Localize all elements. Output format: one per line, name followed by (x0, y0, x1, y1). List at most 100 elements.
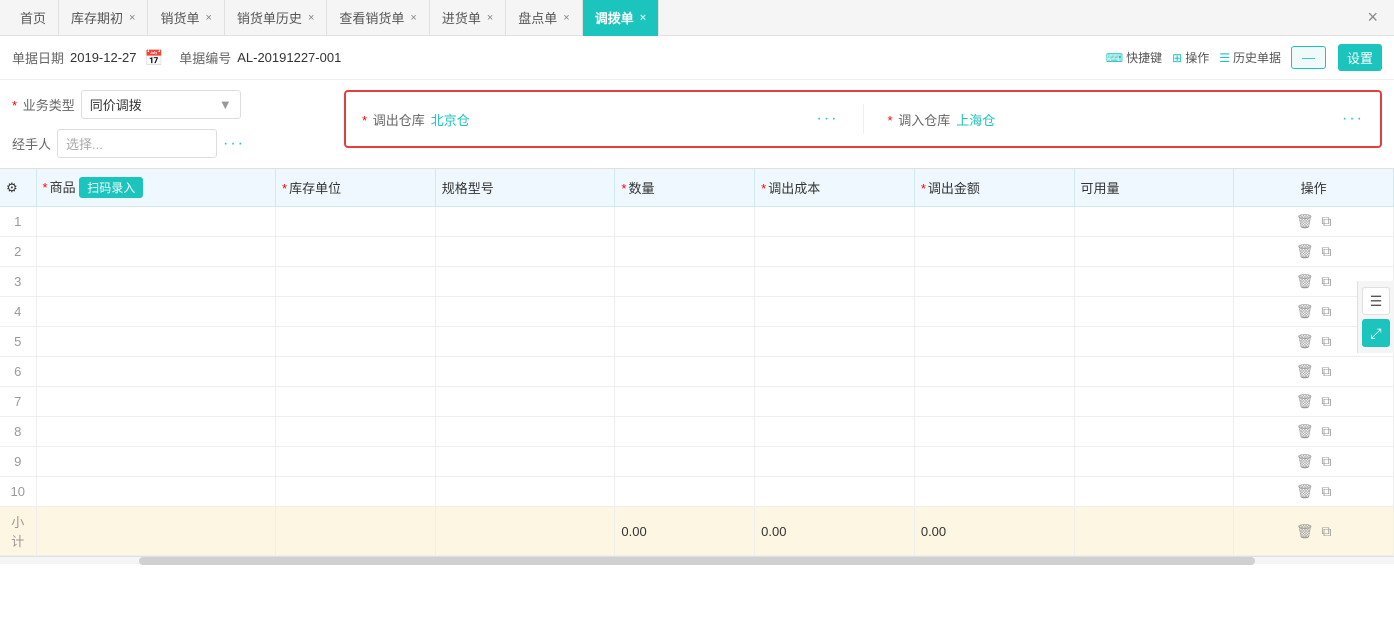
row-cost-10[interactable] (755, 477, 915, 507)
row-cost-8[interactable] (755, 417, 915, 447)
row-quantity-10[interactable] (615, 477, 755, 507)
row-delete-icon-5[interactable]: 🗑 (1296, 333, 1314, 349)
row-available-1[interactable] (1074, 207, 1234, 237)
row-amount-1[interactable] (914, 207, 1074, 237)
biz-type-select[interactable]: 同价调拨 ▼ (81, 90, 241, 119)
row-quantity-5[interactable] (615, 327, 755, 357)
tab-inventory-init-close[interactable]: × (129, 12, 135, 24)
tab-transfer-order-close[interactable]: × (640, 12, 646, 24)
tab-sales-order[interactable]: 销货单 × (148, 0, 224, 36)
row-amount-3[interactable] (914, 267, 1074, 297)
tab-view-sales-close[interactable]: × (410, 12, 416, 24)
row-available-9[interactable] (1074, 447, 1234, 477)
row-available-5[interactable] (1074, 327, 1234, 357)
in-warehouse-more-button[interactable]: ··· (1342, 110, 1364, 128)
row-copy-icon-10[interactable]: ⧉ (1321, 483, 1331, 499)
row-copy-icon-3[interactable]: ⧉ (1321, 273, 1331, 289)
row-amount-2[interactable] (914, 237, 1074, 267)
shortcut-button[interactable]: ⌨ 快捷键 (1106, 49, 1162, 66)
tab-inventory-check-close[interactable]: × (563, 12, 569, 24)
row-product-4[interactable] (36, 297, 276, 327)
row-delete-icon-8[interactable]: 🗑 (1296, 423, 1314, 439)
tab-inventory-init[interactable]: 库存期初 × (59, 0, 148, 36)
row-amount-7[interactable] (914, 387, 1074, 417)
row-copy-icon-1[interactable]: ⧉ (1321, 213, 1331, 229)
sidebar-expand-icon[interactable]: ⤢ (1362, 319, 1390, 347)
row-spec-1[interactable] (435, 207, 615, 237)
row-product-10[interactable] (36, 477, 276, 507)
row-delete-icon-2[interactable]: 🗑 (1296, 243, 1314, 259)
row-spec-7[interactable] (435, 387, 615, 417)
row-copy-icon-6[interactable]: ⧉ (1321, 363, 1331, 379)
row-product-2[interactable] (36, 237, 276, 267)
row-quantity-6[interactable] (615, 357, 755, 387)
row-amount-6[interactable] (914, 357, 1074, 387)
row-cost-9[interactable] (755, 447, 915, 477)
row-spec-10[interactable] (435, 477, 615, 507)
row-delete-icon-6[interactable]: 🗑 (1296, 363, 1314, 379)
row-cost-3[interactable] (755, 267, 915, 297)
row-product-9[interactable] (36, 447, 276, 477)
row-available-6[interactable] (1074, 357, 1234, 387)
row-delete-icon-4[interactable]: 🗑 (1296, 303, 1314, 319)
row-unit-8[interactable] (276, 417, 436, 447)
operation-button[interactable]: ⊞ 操作 (1172, 49, 1209, 66)
row-cost-4[interactable] (755, 297, 915, 327)
row-spec-2[interactable] (435, 237, 615, 267)
row-available-2[interactable] (1074, 237, 1234, 267)
row-cost-6[interactable] (755, 357, 915, 387)
out-warehouse-more-button[interactable]: ··· (817, 110, 839, 128)
row-available-10[interactable] (1074, 477, 1234, 507)
row-unit-1[interactable] (276, 207, 436, 237)
row-spec-6[interactable] (435, 357, 615, 387)
row-quantity-2[interactable] (615, 237, 755, 267)
row-cost-2[interactable] (755, 237, 915, 267)
row-product-8[interactable] (36, 417, 276, 447)
row-copy-icon-2[interactable]: ⧉ (1321, 243, 1331, 259)
row-delete-icon-9[interactable]: 🗑 (1296, 453, 1314, 469)
row-product-7[interactable] (36, 387, 276, 417)
history-button[interactable]: ☰ 历史单据 (1219, 49, 1281, 66)
row-spec-4[interactable] (435, 297, 615, 327)
row-quantity-9[interactable] (615, 447, 755, 477)
row-unit-10[interactable] (276, 477, 436, 507)
tab-sales-history-close[interactable]: × (308, 12, 314, 24)
row-available-3[interactable] (1074, 267, 1234, 297)
settings-button[interactable]: 设置 (1338, 44, 1382, 71)
row-available-4[interactable] (1074, 297, 1234, 327)
row-product-5[interactable] (36, 327, 276, 357)
row-copy-icon-8[interactable]: ⧉ (1321, 423, 1331, 439)
row-delete-icon-7[interactable]: 🗑 (1296, 393, 1314, 409)
row-unit-7[interactable] (276, 387, 436, 417)
tab-transfer-order[interactable]: 调拨单 × (583, 0, 659, 36)
subtotal-copy-icon[interactable]: ⧉ (1321, 523, 1331, 539)
row-product-6[interactable] (36, 357, 276, 387)
row-spec-9[interactable] (435, 447, 615, 477)
row-copy-icon-9[interactable]: ⧉ (1321, 453, 1331, 469)
tab-sales-history[interactable]: 销货单历史 × (225, 0, 327, 36)
handler-select[interactable]: 选择... (57, 129, 217, 158)
row-available-7[interactable] (1074, 387, 1234, 417)
tab-sales-order-close[interactable]: × (205, 12, 211, 24)
row-quantity-4[interactable] (615, 297, 755, 327)
row-available-8[interactable] (1074, 417, 1234, 447)
row-copy-icon-5[interactable]: ⧉ (1321, 333, 1331, 349)
row-quantity-1[interactable] (615, 207, 755, 237)
row-product-1[interactable] (36, 207, 276, 237)
scan-button[interactable]: 扫码录入 (79, 177, 143, 198)
calendar-icon[interactable]: 📅 (145, 49, 164, 67)
row-spec-3[interactable] (435, 267, 615, 297)
layout-button[interactable]: — (1291, 46, 1326, 69)
row-quantity-3[interactable] (615, 267, 755, 297)
row-unit-2[interactable] (276, 237, 436, 267)
tab-view-sales[interactable]: 查看销货单 × (327, 0, 429, 36)
row-cost-1[interactable] (755, 207, 915, 237)
tab-inventory-check[interactable]: 盘点单 × (506, 0, 582, 36)
row-amount-5[interactable] (914, 327, 1074, 357)
row-cost-7[interactable] (755, 387, 915, 417)
window-close-button[interactable]: × (1359, 7, 1386, 28)
row-delete-icon-1[interactable]: 🗑 (1296, 213, 1314, 229)
tab-home[interactable]: 首页 (8, 0, 59, 36)
row-spec-8[interactable] (435, 417, 615, 447)
row-spec-5[interactable] (435, 327, 615, 357)
